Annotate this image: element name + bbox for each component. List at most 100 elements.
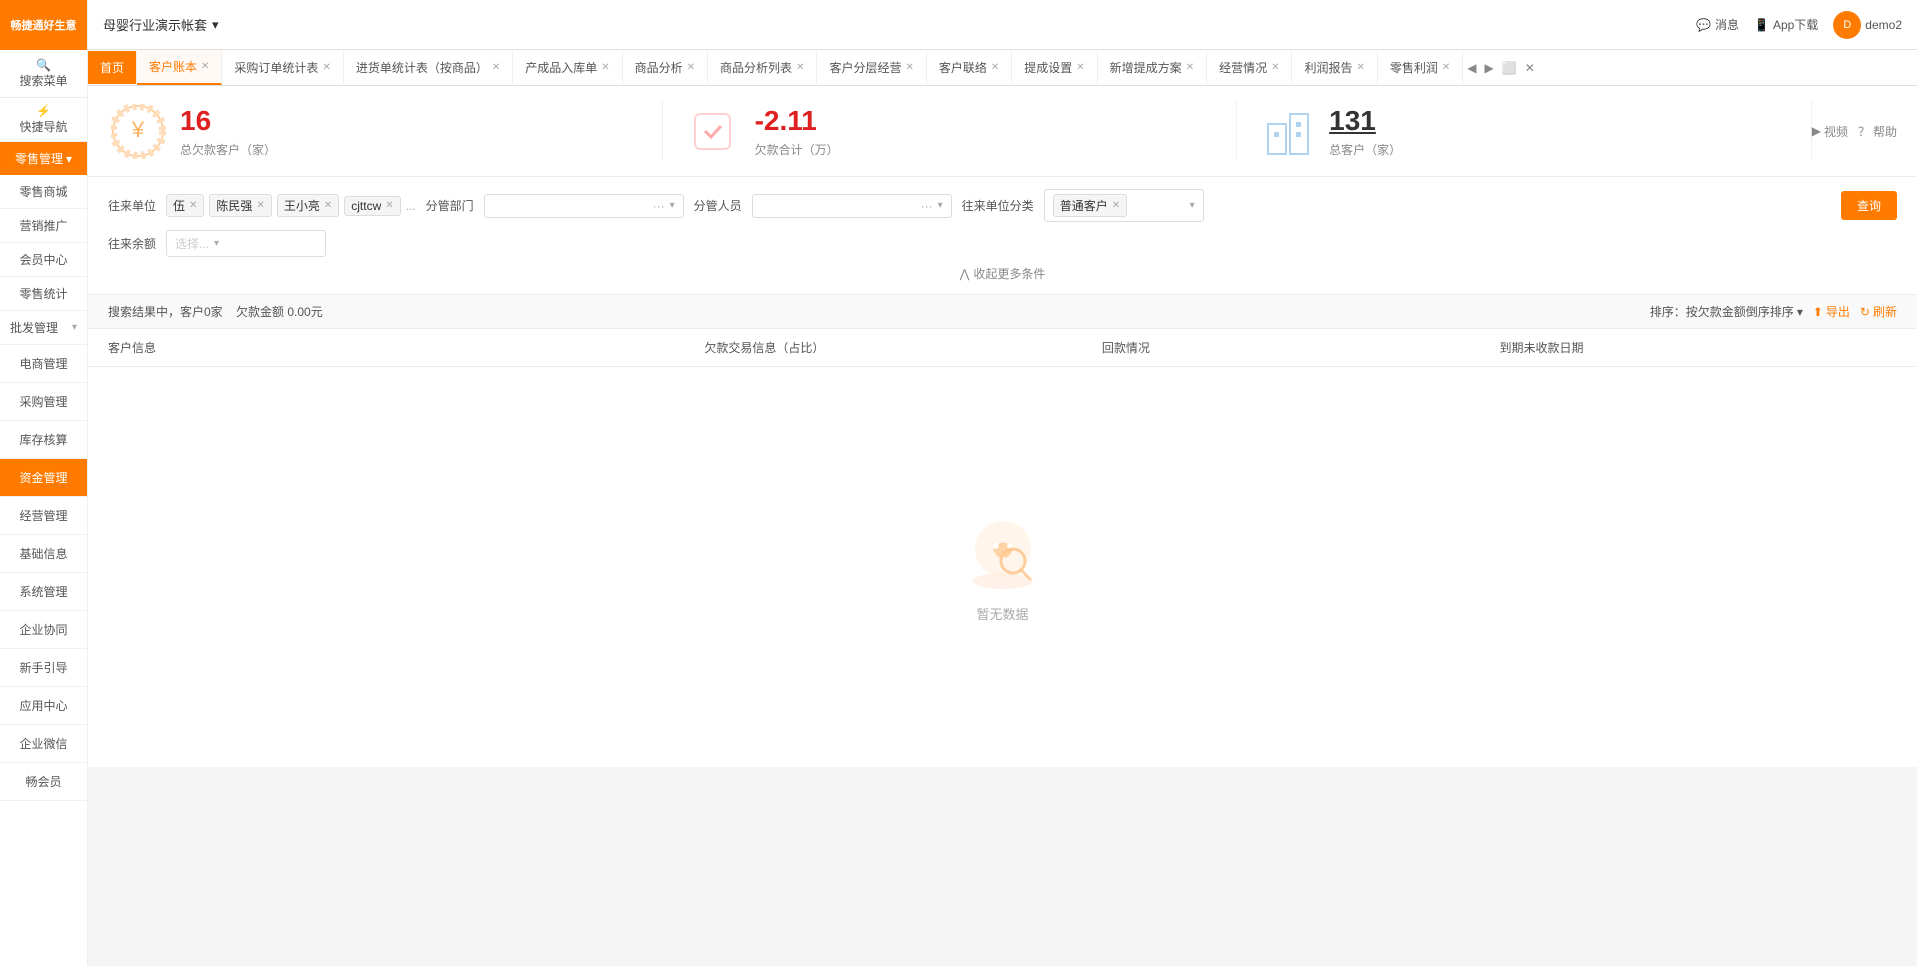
tab-retail-profit-close[interactable]: ✕ xyxy=(1442,62,1450,73)
filter-tag-wu-close[interactable]: ✕ xyxy=(189,200,197,211)
sort-label: 排序：按欠款金额倒序排序 xyxy=(1650,303,1794,320)
tab-home[interactable]: 首页 xyxy=(88,51,137,84)
person-select[interactable]: ··· ▾ xyxy=(752,194,952,218)
tab-add-commission[interactable]: 新增提成方案 ✕ xyxy=(1098,51,1207,84)
tab-customer-contact-close[interactable]: ✕ xyxy=(991,62,999,73)
tab-product-list[interactable]: 商品分析列表 ✕ xyxy=(708,51,817,84)
tab-profit-report[interactable]: 利润报告 ✕ xyxy=(1292,51,1377,84)
filter-tag-cjttcw-close[interactable]: ✕ xyxy=(385,200,393,211)
sidebar-item-retail-mall[interactable]: 零售商城 xyxy=(0,175,87,209)
topbar-right: 💬 消息 📱 App下载 D demo2 xyxy=(1696,11,1902,39)
main-area: 母婴行业演示帐套 ▾ 💬 消息 📱 App下载 D demo2 首页 xyxy=(88,0,1917,966)
tab-add-commission-close[interactable]: ✕ xyxy=(1186,62,1194,73)
tab-stock-stat-close[interactable]: ✕ xyxy=(492,62,500,73)
category-select[interactable]: 普通客户 ✕ ▾ xyxy=(1044,189,1204,222)
sidebar-item-marketing[interactable]: 营销推广 xyxy=(0,209,87,243)
search-info: 搜索结果中，客户0家 xyxy=(108,305,223,319)
tab-product-analysis-label: 商品分析 xyxy=(635,59,683,76)
tab-customer-tier[interactable]: 客户分层经营 ✕ xyxy=(817,51,926,84)
tab-product-list-close[interactable]: ✕ xyxy=(796,62,804,73)
video-button[interactable]: ▶ 视频 xyxy=(1812,123,1848,140)
filter-area: 往来单位 伍 ✕ 陈民强 ✕ 王小亮 ✕ cjttcw xyxy=(88,177,1917,295)
sidebar-item-guide[interactable]: 新手引导 xyxy=(0,649,87,687)
table-empty-state: 暂无数据 xyxy=(88,367,1917,767)
tab-customer-ledger[interactable]: 客户账本 ✕ xyxy=(137,50,222,85)
sidebar-item-apps[interactable]: 应用中心 xyxy=(0,687,87,725)
tab-stock-stat[interactable]: 进货单统计表（按商品） ✕ xyxy=(344,51,513,84)
topbar: 母婴行业演示帐套 ▾ 💬 消息 📱 App下载 D demo2 xyxy=(88,0,1917,50)
tabs-close-all[interactable]: ✕ xyxy=(1521,61,1539,75)
sidebar-item-purchase[interactable]: 采购管理 xyxy=(0,383,87,421)
tab-product-list-label: 商品分析列表 xyxy=(720,59,792,76)
filter-more-button[interactable]: ... xyxy=(406,199,416,213)
sidebar-item-nav[interactable]: ⚡ 快捷导航 xyxy=(0,98,87,142)
tabs-scroll-left[interactable]: ◀ xyxy=(1463,61,1480,75)
refresh-label: 刷新 xyxy=(1873,303,1897,320)
filter-row-2: 往来余额 选择... ▾ xyxy=(108,230,1897,257)
dept-select[interactable]: ··· ▾ xyxy=(484,194,684,218)
tab-product-inbound[interactable]: 产成品入库单 ✕ xyxy=(513,51,622,84)
sidebar-item-basic[interactable]: 基础信息 xyxy=(0,535,87,573)
workspace-selector[interactable]: 母婴行业演示帐套 ▾ xyxy=(103,15,219,34)
balance-select[interactable]: 选择... ▾ xyxy=(166,230,326,257)
help-button[interactable]: ？ 帮助 xyxy=(1858,123,1897,140)
badge-icon xyxy=(683,101,743,161)
category-chevron-icon: ▾ xyxy=(1190,200,1195,211)
category-tags: 普通客户 ✕ xyxy=(1053,194,1185,217)
sidebar-retail-mall-label: 零售商城 xyxy=(19,185,67,199)
stat-right-actions: ▶ 视频 ？ 帮助 xyxy=(1812,123,1897,140)
filter-tag-chen-close[interactable]: ✕ xyxy=(256,200,264,211)
sidebar-item-member[interactable]: 会员中心 xyxy=(0,243,87,277)
sidebar-item-retail[interactable]: 零售管理 ▾ xyxy=(0,142,87,175)
table-area: 客户信息 欠款交易信息（占比） 回款情况 到期未收款日期 xyxy=(88,329,1917,767)
tabs-scroll-right[interactable]: ▶ xyxy=(1481,61,1498,75)
sidebar-item-vip[interactable]: 畅会员 xyxy=(0,763,87,801)
sidebar-item-operation[interactable]: 经营管理 xyxy=(0,497,87,535)
user-menu[interactable]: D demo2 xyxy=(1833,11,1902,39)
collapse-button[interactable]: ⋀ 收起更多条件 xyxy=(960,265,1046,282)
message-label: 消息 xyxy=(1715,16,1739,33)
query-button[interactable]: 查询 xyxy=(1841,191,1897,220)
tab-commission-setting-close[interactable]: ✕ xyxy=(1076,62,1084,73)
tabs-maximize[interactable]: ⬜ xyxy=(1498,61,1521,75)
empty-illustration xyxy=(958,511,1048,594)
dept-filter-label: 分管部门 xyxy=(426,197,474,214)
filter-tag-wang-close[interactable]: ✕ xyxy=(324,200,332,211)
sidebar-item-search[interactable]: 🔍 搜索菜单 xyxy=(0,50,87,98)
tab-profit-report-close[interactable]: ✕ xyxy=(1357,62,1365,73)
avatar: D xyxy=(1833,11,1861,39)
stat-value-total-customers: 131 xyxy=(1329,105,1401,137)
tab-retail-profit[interactable]: 零售利润 ✕ xyxy=(1378,51,1463,84)
tab-customer-ledger-close[interactable]: ✕ xyxy=(201,61,209,72)
sidebar-item-collab[interactable]: 企业协同 xyxy=(0,611,87,649)
sidebar-item-finance[interactable]: 资金管理 xyxy=(0,459,87,497)
tab-product-analysis[interactable]: 商品分析 ✕ xyxy=(623,51,708,84)
tab-profit-report-label: 利润报告 xyxy=(1304,59,1352,76)
sidebar-item-wechat[interactable]: 企业微信 xyxy=(0,725,87,763)
download-icon: 📱 xyxy=(1754,18,1769,32)
export-label: 导出 xyxy=(1826,303,1850,320)
tab-purchase-order-close[interactable]: ✕ xyxy=(322,62,330,73)
sidebar-item-inventory[interactable]: 库存核算 xyxy=(0,421,87,459)
sidebar-item-retail-stat[interactable]: 零售统计 xyxy=(0,277,87,311)
sort-button[interactable]: 排序：按欠款金额倒序排序 ▾ xyxy=(1650,303,1803,320)
app-download-button[interactable]: 📱 App下载 xyxy=(1754,16,1818,33)
tab-operation[interactable]: 经营情况 ✕ xyxy=(1207,51,1292,84)
tab-customer-contact[interactable]: 客户联络 ✕ xyxy=(927,51,1012,84)
sidebar-item-ecommerce[interactable]: 电商管理 xyxy=(0,345,87,383)
sidebar-item-wholesale[interactable]: 批发管理 ▾ xyxy=(0,311,87,345)
tab-operation-close[interactable]: ✕ xyxy=(1271,62,1279,73)
tab-product-inbound-close[interactable]: ✕ xyxy=(601,62,609,73)
export-button[interactable]: ⬆ 导出 xyxy=(1813,303,1850,320)
logo-text: 畅捷通好生意 xyxy=(11,17,77,33)
sidebar-item-system[interactable]: 系统管理 xyxy=(0,573,87,611)
message-button[interactable]: 💬 消息 xyxy=(1696,16,1739,33)
tab-customer-tier-close[interactable]: ✕ xyxy=(905,62,913,73)
tab-purchase-order[interactable]: 采购订单统计表 ✕ xyxy=(222,51,343,84)
tab-commission-setting[interactable]: 提成设置 ✕ xyxy=(1012,51,1097,84)
stat-label-overdue-customers: 总欠款客户（家） xyxy=(180,141,276,158)
category-tag-normal-close[interactable]: ✕ xyxy=(1112,200,1120,211)
refresh-button[interactable]: ↻ 刷新 xyxy=(1860,303,1897,320)
tab-product-analysis-close[interactable]: ✕ xyxy=(687,62,695,73)
sidebar-nav-label: 快捷导航 xyxy=(10,118,77,135)
